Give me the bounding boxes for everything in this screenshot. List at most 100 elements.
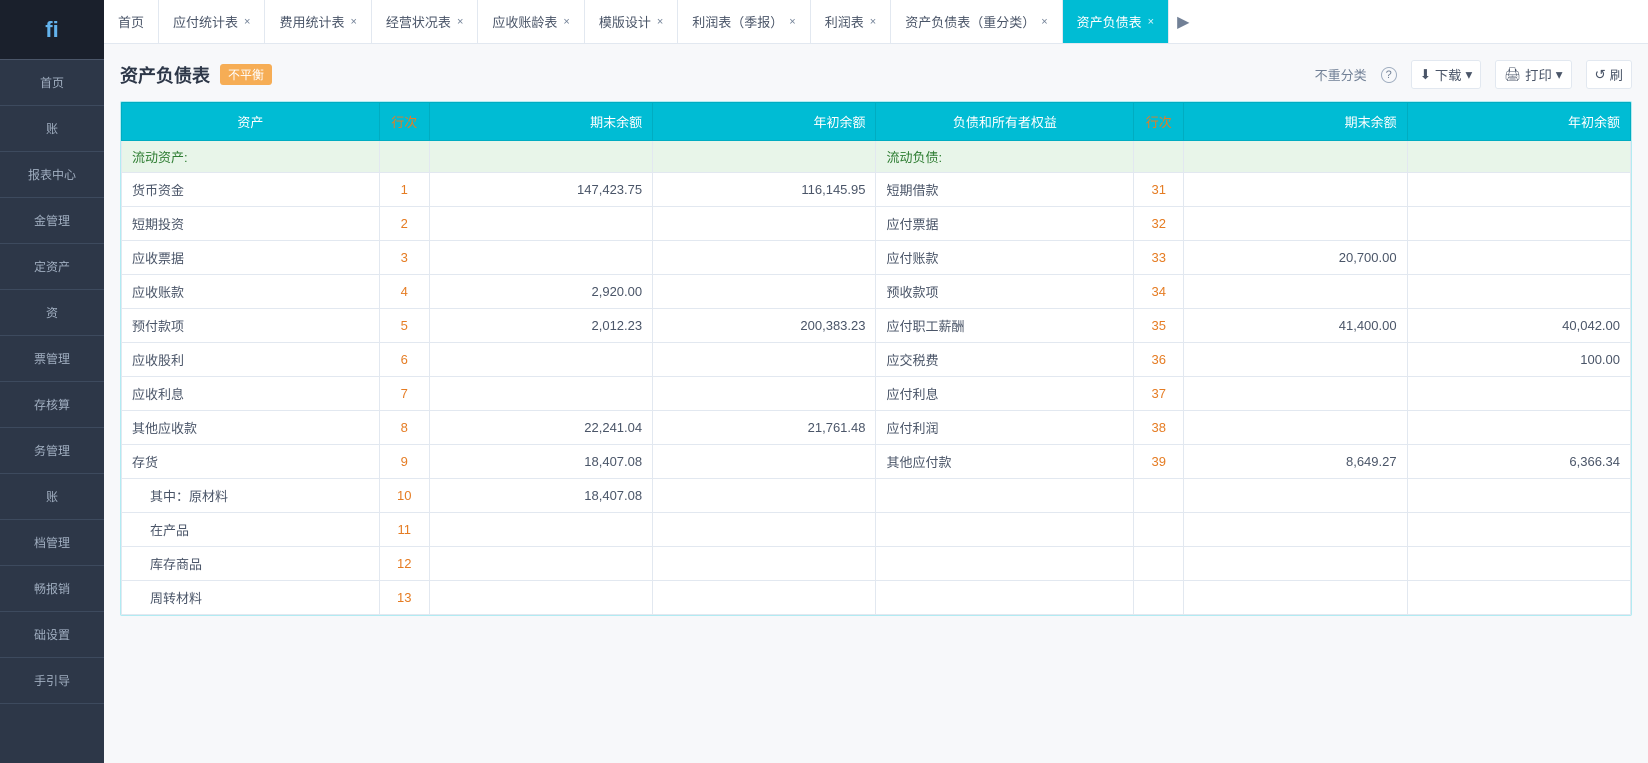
sidebar-logo: fi <box>0 0 104 60</box>
tab-close-profit[interactable]: × <box>870 16 876 28</box>
sidebar-item-fund-mgmt[interactable]: 金管理 <box>0 198 104 244</box>
tab-close-profit-quarterly[interactable]: × <box>789 16 795 28</box>
sidebar-item-account[interactable]: 账 <box>0 106 104 152</box>
right-row-num: 33 <box>1134 241 1184 275</box>
unbalanced-badge: 不平衡 <box>220 64 272 85</box>
left-name: 周转材料 <box>122 581 380 615</box>
sidebar-item-basic-settings[interactable]: 础设置 <box>0 612 104 658</box>
left-name: 存货 <box>122 445 380 479</box>
left-ending: 18,407.08 <box>429 445 652 479</box>
left-name: 短期投资 <box>122 207 380 241</box>
table-row-7: 应收利息 7 应付利息 37 <box>122 377 1631 411</box>
sidebar-item-investment[interactable]: 资 <box>0 290 104 336</box>
right-beginning <box>1407 411 1630 445</box>
sidebar-item-report-center[interactable]: 报表中心 <box>0 152 104 198</box>
content-area: 资产负债表 不平衡 不重分类 ? ⬇ 下载 ▾ 🖨 打印 ▾ ↺ 刷 <box>104 44 1648 763</box>
right-name: 应付利润 <box>876 411 1134 445</box>
tab-close-balance[interactable]: × <box>1148 16 1154 28</box>
right-name: 应付账款 <box>876 241 1134 275</box>
sidebar-item-doc-mgmt[interactable]: 档管理 <box>0 520 104 566</box>
right-beginning: 100.00 <box>1407 343 1630 377</box>
tab-balance[interactable]: 资产负债表 × <box>1063 0 1169 44</box>
sidebar-item-guide[interactable]: 手引导 <box>0 658 104 704</box>
right-beginning <box>1407 547 1630 581</box>
left-name: 应收利息 <box>122 377 380 411</box>
tab-operation-status[interactable]: 经营状况表 × <box>372 0 478 44</box>
left-beginning <box>653 377 876 411</box>
sidebar-item-invoice-mgmt[interactable]: 票管理 <box>0 336 104 382</box>
right-row-num: 39 <box>1134 445 1184 479</box>
tab-profit[interactable]: 利润表 × <box>811 0 891 44</box>
tab-ar-aging[interactable]: 应收账龄表 × <box>478 0 584 44</box>
right-ending: 20,700.00 <box>1184 241 1407 275</box>
left-ending: 147,423.75 <box>429 173 652 207</box>
left-ending <box>429 547 652 581</box>
right-name: 预收款项 <box>876 275 1134 309</box>
tab-scroll-right[interactable]: ▶ <box>1169 12 1197 32</box>
right-name: 应付利息 <box>876 377 1134 411</box>
main-area: 首页 应付统计表 × 费用统计表 × 经营状况表 × 应收账龄表 × 模版设计 … <box>104 0 1648 763</box>
left-row-num: 4 <box>379 275 429 309</box>
refresh-icon: ↺ <box>1595 67 1606 83</box>
left-beginning <box>653 275 876 309</box>
right-name: 应付职工薪酬 <box>876 309 1134 343</box>
right-ending <box>1184 207 1407 241</box>
tab-ap-summary[interactable]: 应付统计表 × <box>159 0 265 44</box>
print-button[interactable]: 🖨 打印 ▾ <box>1495 60 1571 89</box>
left-ending: 2,920.00 <box>429 275 652 309</box>
sidebar-item-tax-mgmt[interactable]: 务管理 <box>0 428 104 474</box>
table-row-12: 库存商品 12 <box>122 547 1631 581</box>
sidebar-item-expense[interactable]: 畅报销 <box>0 566 104 612</box>
left-ending <box>429 241 652 275</box>
left-beginning <box>653 241 876 275</box>
left-ending <box>429 207 652 241</box>
left-ending: 18,407.08 <box>429 479 652 513</box>
header-ending-balance: 期末余额 <box>429 103 652 141</box>
right-beginning <box>1407 479 1630 513</box>
download-button[interactable]: ⬇ 下载 ▾ <box>1411 60 1482 89</box>
tab-balance-reclassified[interactable]: 资产负债表（重分类） × <box>891 0 1062 44</box>
sidebar-item-inventory[interactable]: 存核算 <box>0 382 104 428</box>
tab-template-design[interactable]: 模版设计 × <box>585 0 678 44</box>
right-ending <box>1184 513 1407 547</box>
right-ending <box>1184 479 1407 513</box>
left-name: 其他应收款 <box>122 411 380 445</box>
tab-close-expense-summary[interactable]: × <box>350 16 356 28</box>
left-name: 库存商品 <box>122 547 380 581</box>
right-beginning <box>1407 377 1630 411</box>
right-beginning <box>1407 207 1630 241</box>
header-beginning-balance2: 年初余额 <box>1407 103 1630 141</box>
table-row-6: 应收股利 6 应交税费 36 100.00 <box>122 343 1631 377</box>
header-liability: 负债和所有者权益 <box>876 103 1134 141</box>
download-chevron-icon: ▾ <box>1466 67 1473 83</box>
right-name: 短期借款 <box>876 173 1134 207</box>
header-row-num2: 行次 <box>1134 103 1184 141</box>
right-ending <box>1184 547 1407 581</box>
tab-profit-quarterly[interactable]: 利润表（季报） × <box>678 0 810 44</box>
tab-close-ar-aging[interactable]: × <box>563 16 569 28</box>
sidebar-item-fixed-assets[interactable]: 定资产 <box>0 244 104 290</box>
page-title: 资产负债表 <box>120 62 210 88</box>
sidebar-item-home[interactable]: 首页 <box>0 60 104 106</box>
tab-close-operation-status[interactable]: × <box>457 16 463 28</box>
right-row-num <box>1134 581 1184 615</box>
left-ending <box>429 581 652 615</box>
refresh-button[interactable]: ↺ 刷 <box>1586 60 1633 89</box>
toolbar-right: 不重分类 ? ⬇ 下载 ▾ 🖨 打印 ▾ ↺ 刷 <box>1315 60 1632 89</box>
right-beginning <box>1407 513 1630 547</box>
right-beginning <box>1407 241 1630 275</box>
tab-close-template-design[interactable]: × <box>657 16 663 28</box>
tab-close-balance-reclassified[interactable]: × <box>1041 16 1047 28</box>
left-beginning <box>653 547 876 581</box>
tab-close-ap-summary[interactable]: × <box>244 16 250 28</box>
page-header: 资产负债表 不平衡 不重分类 ? ⬇ 下载 ▾ 🖨 打印 ▾ ↺ 刷 <box>120 60 1632 89</box>
table-row-11: 在产品 11 <box>122 513 1631 547</box>
right-beginning <box>1407 173 1630 207</box>
tab-expense-summary[interactable]: 费用统计表 × <box>265 0 371 44</box>
header-asset: 资产 <box>122 103 380 141</box>
sidebar-item-ledger[interactable]: 账 <box>0 474 104 520</box>
right-name <box>876 547 1134 581</box>
tab-home[interactable]: 首页 <box>104 0 159 44</box>
table-row-4: 应收账款 4 2,920.00 预收款项 34 <box>122 275 1631 309</box>
help-icon[interactable]: ? <box>1381 67 1397 83</box>
